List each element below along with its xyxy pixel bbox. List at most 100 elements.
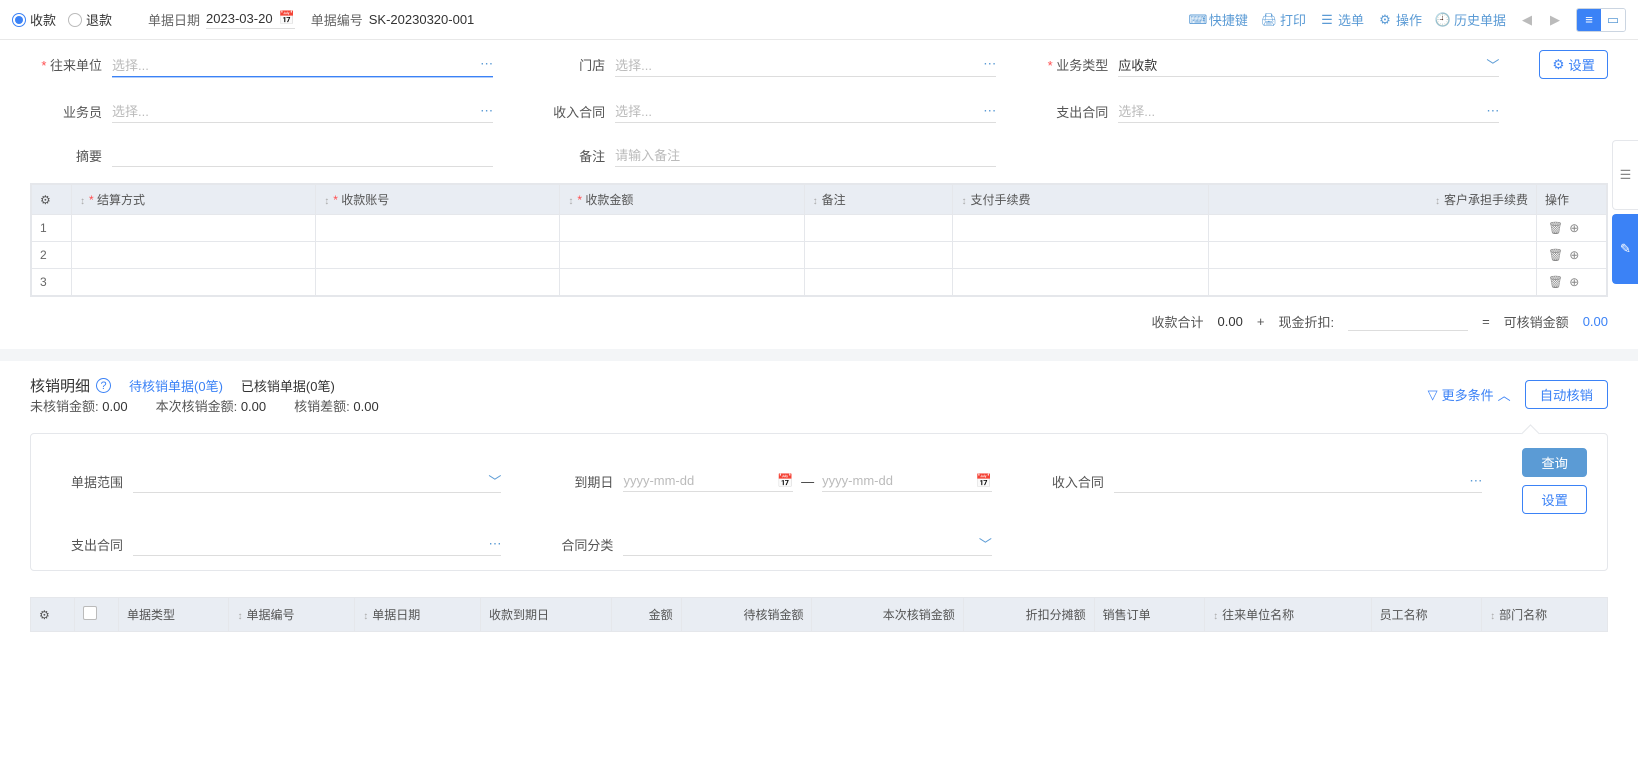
cell-cust-fee[interactable] <box>1209 269 1537 296</box>
store-input[interactable]: 选择... ⋯ <box>615 53 996 77</box>
next-doc-button[interactable]: ▶ <box>1548 12 1562 28</box>
filter-settings-button[interactable]: 设置 <box>1522 485 1587 514</box>
cell-fee[interactable] <box>953 215 1209 242</box>
cell-remark[interactable] <box>804 215 953 242</box>
salesman-input[interactable]: 选择... ⋯ <box>112 99 493 123</box>
th2-dept[interactable]: 部门名称 <box>1482 598 1608 632</box>
cell-fee[interactable] <box>953 269 1209 296</box>
shortcut-action[interactable]: ⌨快捷键 <box>1191 10 1248 29</box>
ellipsis-icon[interactable]: ⋯ <box>983 103 996 119</box>
cell-settle-method[interactable] <box>72 215 316 242</box>
table-row[interactable]: 2🗑⊕ <box>32 242 1607 269</box>
filter-expense-contract-field: 支出合同 ⋯ <box>51 532 501 556</box>
print-action[interactable]: 🖨打印 <box>1262 10 1306 29</box>
th2-due-date[interactable]: 收款到期日 <box>481 598 612 632</box>
filter-income-contract-input[interactable]: ⋯ <box>1114 469 1482 493</box>
query-button[interactable]: 查询 <box>1522 448 1587 477</box>
ellipsis-icon[interactable]: ⋯ <box>1469 473 1482 489</box>
more-filter-toggle[interactable]: ▽ 更多条件 ︿ <box>1428 385 1511 404</box>
info-icon[interactable]: ? <box>96 378 111 393</box>
view-card-button[interactable]: ▭ <box>1601 9 1625 31</box>
th2-doc-type[interactable]: 单据类型 <box>119 598 229 632</box>
select-doc-action[interactable]: ☰选单 <box>1320 10 1364 29</box>
th2-partner[interactable]: 往来单位名称 <box>1205 598 1372 632</box>
radio-refund[interactable]: 退款 <box>68 10 112 29</box>
remark-input[interactable]: 请输入备注 <box>615 143 996 167</box>
calendar-icon[interactable]: 📅 <box>777 473 793 489</box>
cell-fee[interactable] <box>953 242 1209 269</box>
operate-action[interactable]: ⚙操作 <box>1378 10 1422 29</box>
th2-doc-date[interactable]: 单据日期 <box>355 598 481 632</box>
table-row[interactable]: 3🗑⊕ <box>32 269 1607 296</box>
th2-amount[interactable]: 金额 <box>611 598 681 632</box>
doc-date-field[interactable]: 2023-03-20 📅 <box>206 10 295 29</box>
income-contract-placeholder: 选择... <box>615 101 652 120</box>
th2-this[interactable]: 本次核销金额 <box>812 598 963 632</box>
summary-input[interactable] <box>112 143 493 167</box>
filter-expense-contract-input[interactable]: ⋯ <box>133 532 501 556</box>
ellipsis-icon[interactable]: ⋯ <box>480 103 493 119</box>
delete-row-icon[interactable]: 🗑 <box>1548 275 1563 289</box>
tab-pending[interactable]: 待核销单据(0笔) <box>129 376 223 395</box>
contract-cat-select[interactable]: ﹀ <box>623 532 991 556</box>
due-date-from[interactable]: yyyy-mm-dd📅 <box>623 471 793 492</box>
cell-amount[interactable] <box>560 242 804 269</box>
th2-doc-no[interactable]: 单据编号 <box>229 598 355 632</box>
delete-row-icon[interactable]: 🗑 <box>1548 248 1563 262</box>
add-row-icon[interactable]: ⊕ <box>1569 221 1579 235</box>
grid-gear-header[interactable]: ⚙ <box>32 185 72 215</box>
th2-sales-order[interactable]: 销售订单 <box>1094 598 1204 632</box>
expense-contract-input[interactable]: 选择... ⋯ <box>1118 99 1499 123</box>
cell-cust-fee[interactable] <box>1209 242 1537 269</box>
th-remark[interactable]: 备注 <box>804 185 953 215</box>
auto-writeoff-button[interactable]: 自动核销 <box>1525 380 1608 409</box>
delete-row-icon[interactable]: 🗑 <box>1548 221 1563 235</box>
th2-pending[interactable]: 待核销金额 <box>681 598 812 632</box>
doc-range-select[interactable]: ﹀ <box>133 469 501 493</box>
ellipsis-icon[interactable]: ⋯ <box>1486 103 1499 119</box>
radio-receipt[interactable]: 收款 <box>12 10 56 29</box>
cell-account[interactable] <box>316 269 560 296</box>
cell-amount[interactable] <box>560 269 804 296</box>
partner-input[interactable]: 选择... ⋯ <box>112 53 493 77</box>
tab-done[interactable]: 已核销单据(0笔) <box>241 376 335 395</box>
th-fee[interactable]: 支付手续费 <box>953 185 1209 215</box>
th2-discount-share[interactable]: 折扣分摊额 <box>963 598 1094 632</box>
th-settle-method[interactable]: * 结算方式 <box>72 185 316 215</box>
grid2-check-header[interactable] <box>75 598 119 632</box>
th-amount[interactable]: * 收款金额 <box>560 185 804 215</box>
cell-account[interactable] <box>316 242 560 269</box>
th-cust-fee[interactable]: 客户承担手续费 <box>1209 185 1537 215</box>
th-account[interactable]: * 收款账号 <box>316 185 560 215</box>
doc-date-value: 2023-03-20 <box>206 11 273 26</box>
ellipsis-icon[interactable]: ⋯ <box>480 56 493 72</box>
ellipsis-icon[interactable]: ⋯ <box>983 56 996 72</box>
cell-account[interactable] <box>316 215 560 242</box>
th2-emp[interactable]: 员工名称 <box>1371 598 1481 632</box>
cell-remark[interactable] <box>804 269 953 296</box>
side-tab-1[interactable]: ☰ <box>1612 140 1638 210</box>
income-contract-input[interactable]: 选择... ⋯ <box>615 99 996 123</box>
cell-settle-method[interactable] <box>72 269 316 296</box>
grid2-gear-header[interactable]: ⚙ <box>31 598 75 632</box>
view-list-button[interactable]: ≡ <box>1577 9 1601 31</box>
ellipsis-icon[interactable]: ⋯ <box>488 536 501 552</box>
biztype-select[interactable]: 应收款 ﹀ <box>1118 53 1499 77</box>
add-row-icon[interactable]: ⊕ <box>1569 248 1579 262</box>
add-row-icon[interactable]: ⊕ <box>1569 275 1579 289</box>
cell-settle-method[interactable] <box>72 242 316 269</box>
cell-cust-fee[interactable] <box>1209 215 1537 242</box>
due-date-to[interactable]: yyyy-mm-dd📅 <box>822 471 992 492</box>
calendar-icon[interactable]: 📅 <box>976 473 992 489</box>
checkbox-icon[interactable] <box>83 606 97 620</box>
header-form: 往来单位 选择... ⋯ 门店 选择... ⋯ 业务类型 应收款 ﹀ ⚙ 设置 … <box>0 40 1638 173</box>
prev-doc-button[interactable]: ◀ <box>1520 12 1534 28</box>
discount-input[interactable] <box>1348 311 1468 331</box>
history-action[interactable]: 🕘历史单据 <box>1436 10 1506 29</box>
side-tab-2[interactable]: ✎ <box>1612 214 1638 284</box>
cell-remark[interactable] <box>804 242 953 269</box>
form-settings-button[interactable]: ⚙ 设置 <box>1539 50 1608 79</box>
calendar-icon[interactable]: 📅 <box>279 10 295 26</box>
table-row[interactable]: 1🗑⊕ <box>32 215 1607 242</box>
cell-amount[interactable] <box>560 215 804 242</box>
